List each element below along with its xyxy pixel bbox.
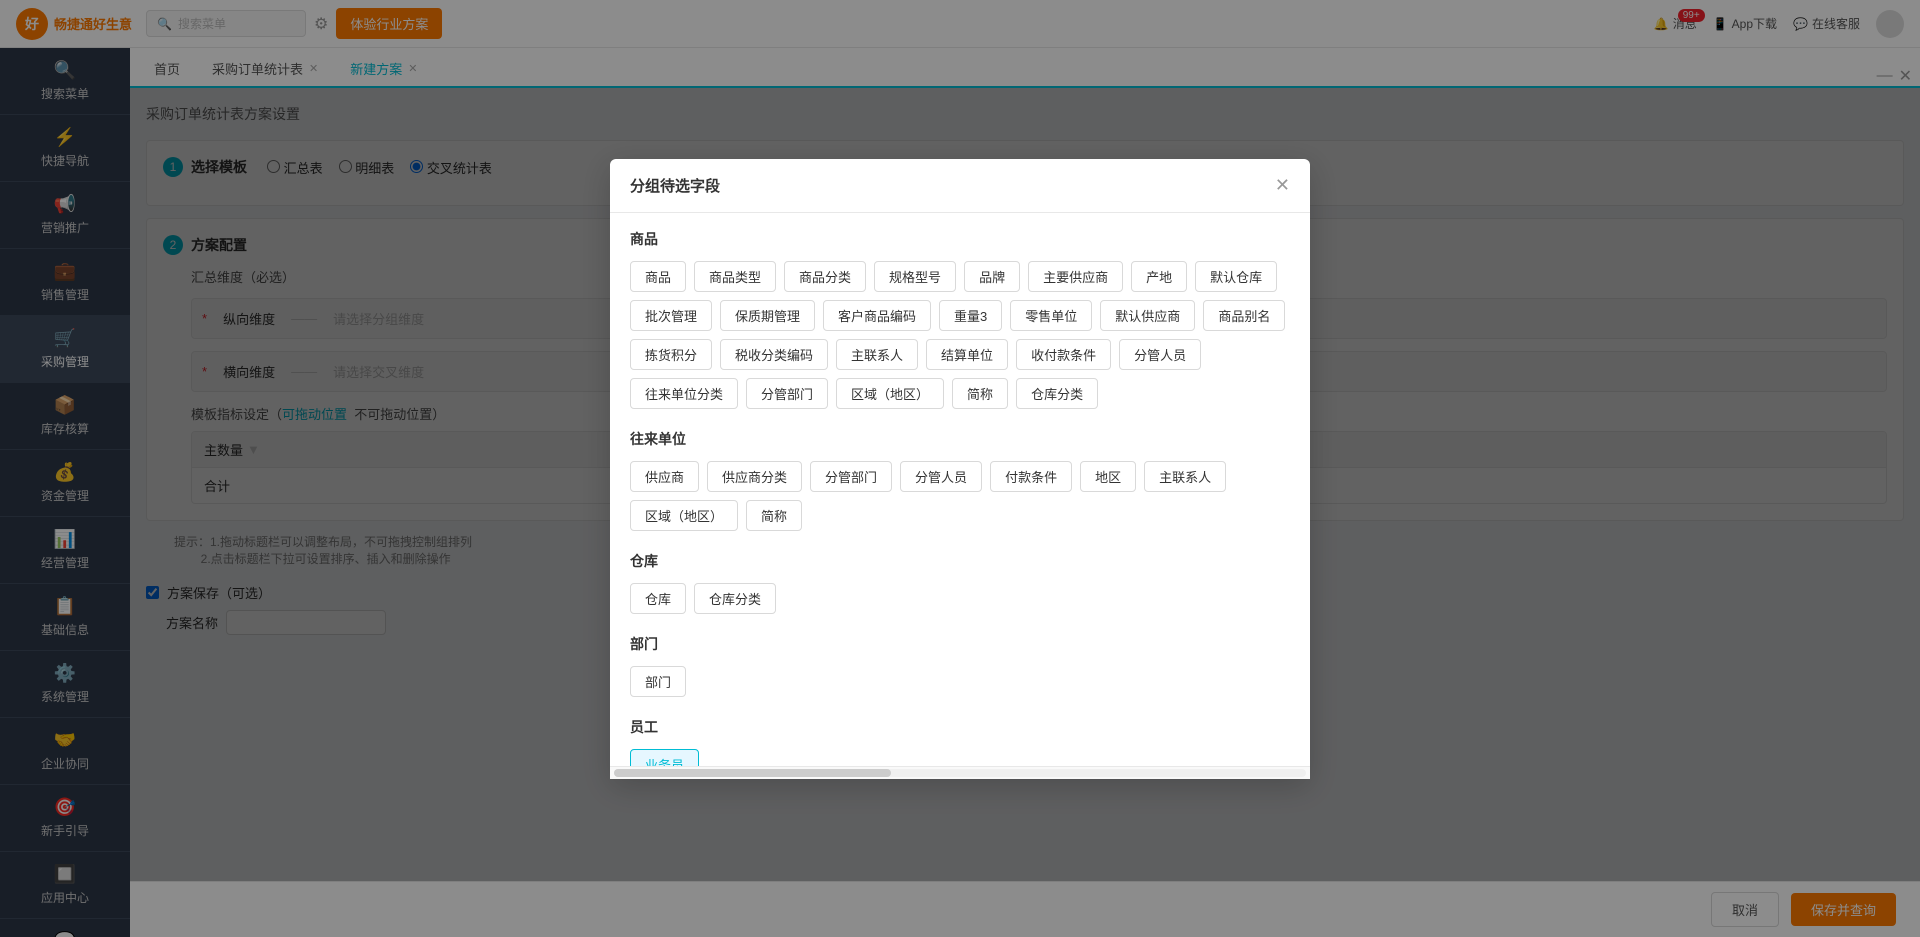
field-tag-dept2[interactable]: 分管部门: [810, 461, 892, 492]
field-group-employee: 员工 业务员: [630, 717, 1290, 766]
field-tag-region-area2[interactable]: 区域（地区）: [630, 500, 738, 531]
field-tag-batch-mgmt[interactable]: 批次管理: [630, 300, 712, 331]
modal-overlay: 分组待选字段 ✕ 商品 商品 商品类型 商品分类 规格型号 品牌 主要供应商 产…: [0, 0, 1920, 937]
field-group-department-title: 部门: [630, 634, 1290, 654]
field-tag-supplier[interactable]: 供应商: [630, 461, 699, 492]
field-tag-pick-score[interactable]: 拣货积分: [630, 339, 712, 370]
field-tag-spec-type[interactable]: 规格型号: [874, 261, 956, 292]
field-group-counterpart: 往来单位 供应商 供应商分类 分管部门 分管人员 付款条件 地区 主联系人 区域…: [630, 429, 1290, 531]
field-tag-warehouse-cat[interactable]: 仓库分类: [694, 583, 776, 614]
field-tag-customer-code[interactable]: 客户商品编码: [823, 300, 931, 331]
field-tag-region-area[interactable]: 区域（地区）: [836, 378, 944, 409]
field-tag-payment-terms[interactable]: 收付款条件: [1016, 339, 1111, 370]
field-tags-product: 商品 商品类型 商品分类 规格型号 品牌 主要供应商 产地 默认仓库 批次管理 …: [630, 261, 1290, 409]
field-group-counterpart-title: 往来单位: [630, 429, 1290, 449]
field-tag-manager[interactable]: 分管人员: [1119, 339, 1201, 370]
field-tag-manager2[interactable]: 分管人员: [900, 461, 982, 492]
field-tag-warehouse-category[interactable]: 仓库分类: [1016, 378, 1098, 409]
field-tag-payment-condition[interactable]: 付款条件: [990, 461, 1072, 492]
field-tag-source-unit-category[interactable]: 往来单位分类: [630, 378, 738, 409]
modal-body[interactable]: 商品 商品 商品类型 商品分类 规格型号 品牌 主要供应商 产地 默认仓库 批次…: [610, 213, 1310, 766]
field-tag-salesperson[interactable]: 业务员: [630, 749, 699, 766]
field-tag-managed-dept[interactable]: 分管部门: [746, 378, 828, 409]
modal-close-button[interactable]: ✕: [1275, 175, 1290, 196]
field-group-employee-title: 员工: [630, 717, 1290, 737]
field-tag-commodity[interactable]: 商品: [630, 261, 686, 292]
field-tag-region2[interactable]: 地区: [1080, 461, 1136, 492]
field-tag-tax-code[interactable]: 税收分类编码: [720, 339, 828, 370]
field-tags-counterpart: 供应商 供应商分类 分管部门 分管人员 付款条件 地区 主联系人 区域（地区） …: [630, 461, 1290, 531]
field-tag-supplier-category[interactable]: 供应商分类: [707, 461, 802, 492]
field-tag-main-contact2[interactable]: 主联系人: [1144, 461, 1226, 492]
field-group-department: 部门 部门: [630, 634, 1290, 697]
field-tag-default-warehouse[interactable]: 默认仓库: [1195, 261, 1277, 292]
field-tag-short-name2[interactable]: 简称: [746, 500, 802, 531]
field-tag-retail-unit[interactable]: 零售单位: [1010, 300, 1092, 331]
modal: 分组待选字段 ✕ 商品 商品 商品类型 商品分类 规格型号 品牌 主要供应商 产…: [610, 159, 1310, 779]
field-tag-dept[interactable]: 部门: [630, 666, 686, 697]
modal-title: 分组待选字段: [630, 175, 720, 196]
field-tag-default-supplier2[interactable]: 默认供应商: [1100, 300, 1195, 331]
field-tag-short-name[interactable]: 简称: [952, 378, 1008, 409]
field-group-warehouse-title: 仓库: [630, 551, 1290, 571]
field-tag-settlement-unit[interactable]: 结算单位: [926, 339, 1008, 370]
field-tags-warehouse: 仓库 仓库分类: [630, 583, 1290, 614]
field-tag-commodity-category[interactable]: 商品分类: [784, 261, 866, 292]
field-tag-quality-mgmt[interactable]: 保质期管理: [720, 300, 815, 331]
modal-header: 分组待选字段 ✕: [610, 159, 1310, 213]
field-tag-brand[interactable]: 品牌: [964, 261, 1020, 292]
field-group-warehouse: 仓库 仓库 仓库分类: [630, 551, 1290, 614]
field-tag-commodity-type[interactable]: 商品类型: [694, 261, 776, 292]
field-tag-warehouse[interactable]: 仓库: [630, 583, 686, 614]
field-tag-alias[interactable]: 商品别名: [1203, 300, 1285, 331]
field-tag-main-contact[interactable]: 主联系人: [836, 339, 918, 370]
field-group-product: 商品 商品 商品类型 商品分类 规格型号 品牌 主要供应商 产地 默认仓库 批次…: [630, 229, 1290, 409]
field-tag-main-supplier[interactable]: 主要供应商: [1028, 261, 1123, 292]
field-tag-weight3[interactable]: 重量3: [939, 300, 1002, 331]
field-tag-origin[interactable]: 产地: [1131, 261, 1187, 292]
modal-horizontal-scrollbar[interactable]: [610, 766, 1310, 779]
field-group-product-title: 商品: [630, 229, 1290, 249]
field-tags-employee: 业务员: [630, 749, 1290, 766]
field-tags-department: 部门: [630, 666, 1290, 697]
